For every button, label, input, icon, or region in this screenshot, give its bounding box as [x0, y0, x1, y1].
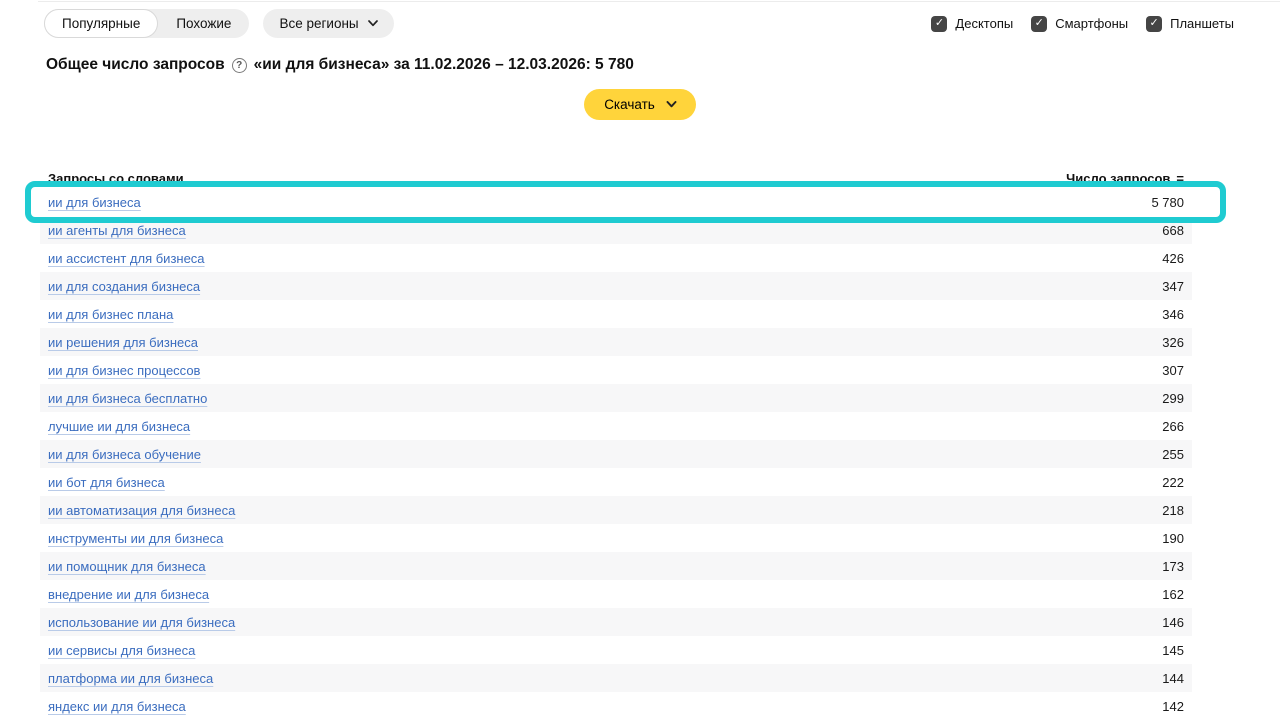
query-count: 173 — [1162, 558, 1184, 574]
query-count: 668 — [1162, 222, 1184, 238]
query-link[interactable]: яндекс ии для бизнеса — [48, 699, 186, 714]
query-count: 190 — [1162, 530, 1184, 546]
filter-tablets[interactable]: ✓ Планшеты — [1146, 15, 1234, 32]
table-row: ии для бизнеса обучение 255 — [40, 440, 1192, 468]
query-count: 222 — [1162, 474, 1184, 490]
region-selector-label: Все регионы — [279, 16, 359, 31]
query-link[interactable]: платформа ии для бизнеса — [48, 671, 213, 686]
table-row: ии бот для бизнеса 222 — [40, 468, 1192, 496]
table-row: платформа ии для бизнеса 144 — [40, 664, 1192, 692]
total-queries-value: «ии для бизнеса» за 11.02.2026 – 12.03.2… — [253, 56, 634, 73]
query-link[interactable]: ии бот для бизнеса — [48, 475, 165, 490]
tabs-group: Популярные Похожие — [44, 9, 250, 38]
filter-desktops[interactable]: ✓ Десктопы — [931, 15, 1014, 32]
table-row: ии решения для бизнеса 326 — [40, 328, 1192, 356]
query-count: 142 — [1162, 698, 1184, 714]
query-count: 162 — [1162, 586, 1184, 602]
query-link[interactable]: ии для бизнеса — [48, 195, 141, 210]
toolbar: Популярные Похожие Все регионы ✓ Десктоп… — [0, 0, 1280, 38]
filter-smartphones[interactable]: ✓ Смартфоны — [1031, 15, 1129, 32]
table-row: инструменты ии для бизнеса 190 — [40, 524, 1192, 552]
query-link[interactable]: использование ии для бизнеса — [48, 615, 235, 630]
checkbox-checked-icon[interactable]: ✓ — [931, 15, 948, 32]
query-link[interactable]: лучшие ии для бизнеса — [48, 419, 190, 434]
region-selector[interactable]: Все регионы — [263, 9, 394, 38]
table-rows: ии для бизнеса 5 780 ии агенты для бизнеса… — [25, 181, 1226, 720]
total-queries-prefix: Общее число запросов — [46, 56, 225, 73]
filter-smartphones-label: Смартфоны — [1055, 16, 1129, 31]
query-count: 146 — [1162, 614, 1184, 630]
query-link[interactable]: ии агенты для бизнеса — [48, 223, 186, 238]
table-row: ии для бизнеса бесплатно 299 — [40, 384, 1192, 412]
table-row: ии для бизнес процессов 307 — [40, 356, 1192, 384]
download-button[interactable]: Скачать — [584, 89, 696, 120]
total-queries-heading: Общее число запросов ? «ии для бизнеса» … — [46, 56, 1234, 74]
query-link[interactable]: ии автоматизация для бизнеса — [48, 503, 235, 518]
query-count: 346 — [1162, 306, 1184, 322]
query-link[interactable]: ии сервисы для бизнеса — [48, 643, 195, 658]
device-filters: ✓ Десктопы ✓ Смартфоны ✓ Планшеты — [931, 15, 1234, 32]
highlighted-row-wrap: ии для бизнеса 5 780 — [25, 181, 1226, 223]
query-count: 266 — [1162, 418, 1184, 434]
tab-similar[interactable]: Похожие — [158, 9, 249, 38]
query-link[interactable]: внедрение ии для бизнеса — [48, 587, 209, 602]
query-link[interactable]: ии ассистент для бизнеса — [48, 251, 205, 266]
table-row: яндекс ии для бизнеса 142 — [40, 692, 1192, 720]
query-count: 255 — [1162, 446, 1184, 462]
query-count: 347 — [1162, 278, 1184, 294]
table-row: использование ии для бизнеса 146 — [40, 608, 1192, 636]
help-icon[interactable]: ? — [231, 57, 247, 73]
query-count: 218 — [1162, 502, 1184, 518]
checkbox-checked-icon[interactable]: ✓ — [1146, 15, 1163, 32]
query-link[interactable]: ии для бизнес процессов — [48, 363, 200, 378]
table-row: внедрение ии для бизнеса 162 — [40, 580, 1192, 608]
query-count: 144 — [1162, 670, 1184, 686]
table-row: ии для бизнес плана 346 — [40, 300, 1192, 328]
filter-desktops-label: Десктопы — [955, 16, 1014, 31]
table-row: ии для создания бизнеса 347 — [40, 272, 1192, 300]
query-count: 5 780 — [1151, 194, 1184, 210]
query-link[interactable]: ии для бизнес плана — [48, 307, 173, 322]
query-count: 326 — [1162, 334, 1184, 350]
query-count: 145 — [1162, 642, 1184, 658]
query-link[interactable]: ии для бизнеса обучение — [48, 447, 201, 462]
chevron-down-icon — [367, 20, 378, 27]
query-count: 426 — [1162, 250, 1184, 266]
download-button-label: Скачать — [604, 97, 655, 112]
tab-popular[interactable]: Популярные — [44, 9, 159, 38]
top-divider — [38, 1, 1280, 2]
query-link[interactable]: ии решения для бизнеса — [48, 335, 198, 350]
checkbox-checked-icon[interactable]: ✓ — [1031, 15, 1048, 32]
query-count: 299 — [1162, 390, 1184, 406]
table-row: ии автоматизация для бизнеса 218 — [40, 496, 1192, 524]
query-link[interactable]: ии для создания бизнеса — [48, 279, 200, 294]
table-row: ии сервисы для бизнеса 145 — [40, 636, 1192, 664]
query-link[interactable]: ии для бизнеса бесплатно — [48, 391, 207, 406]
table-row: лучшие ии для бизнеса 266 — [40, 412, 1192, 440]
query-link[interactable]: ии помощник для бизнеса — [48, 559, 206, 574]
table-row: ии ассистент для бизнеса 426 — [40, 244, 1192, 272]
table-row: ии для бизнеса 5 780 — [40, 188, 1192, 216]
table-row: ии помощник для бизнеса 173 — [40, 552, 1192, 580]
query-count: 307 — [1162, 362, 1184, 378]
chevron-down-icon — [666, 101, 677, 108]
queries-table: Запросы со словами Число запросов = ии д… — [25, 168, 1226, 720]
query-link[interactable]: инструменты ии для бизнеса — [48, 531, 223, 546]
filter-tablets-label: Планшеты — [1170, 16, 1234, 31]
